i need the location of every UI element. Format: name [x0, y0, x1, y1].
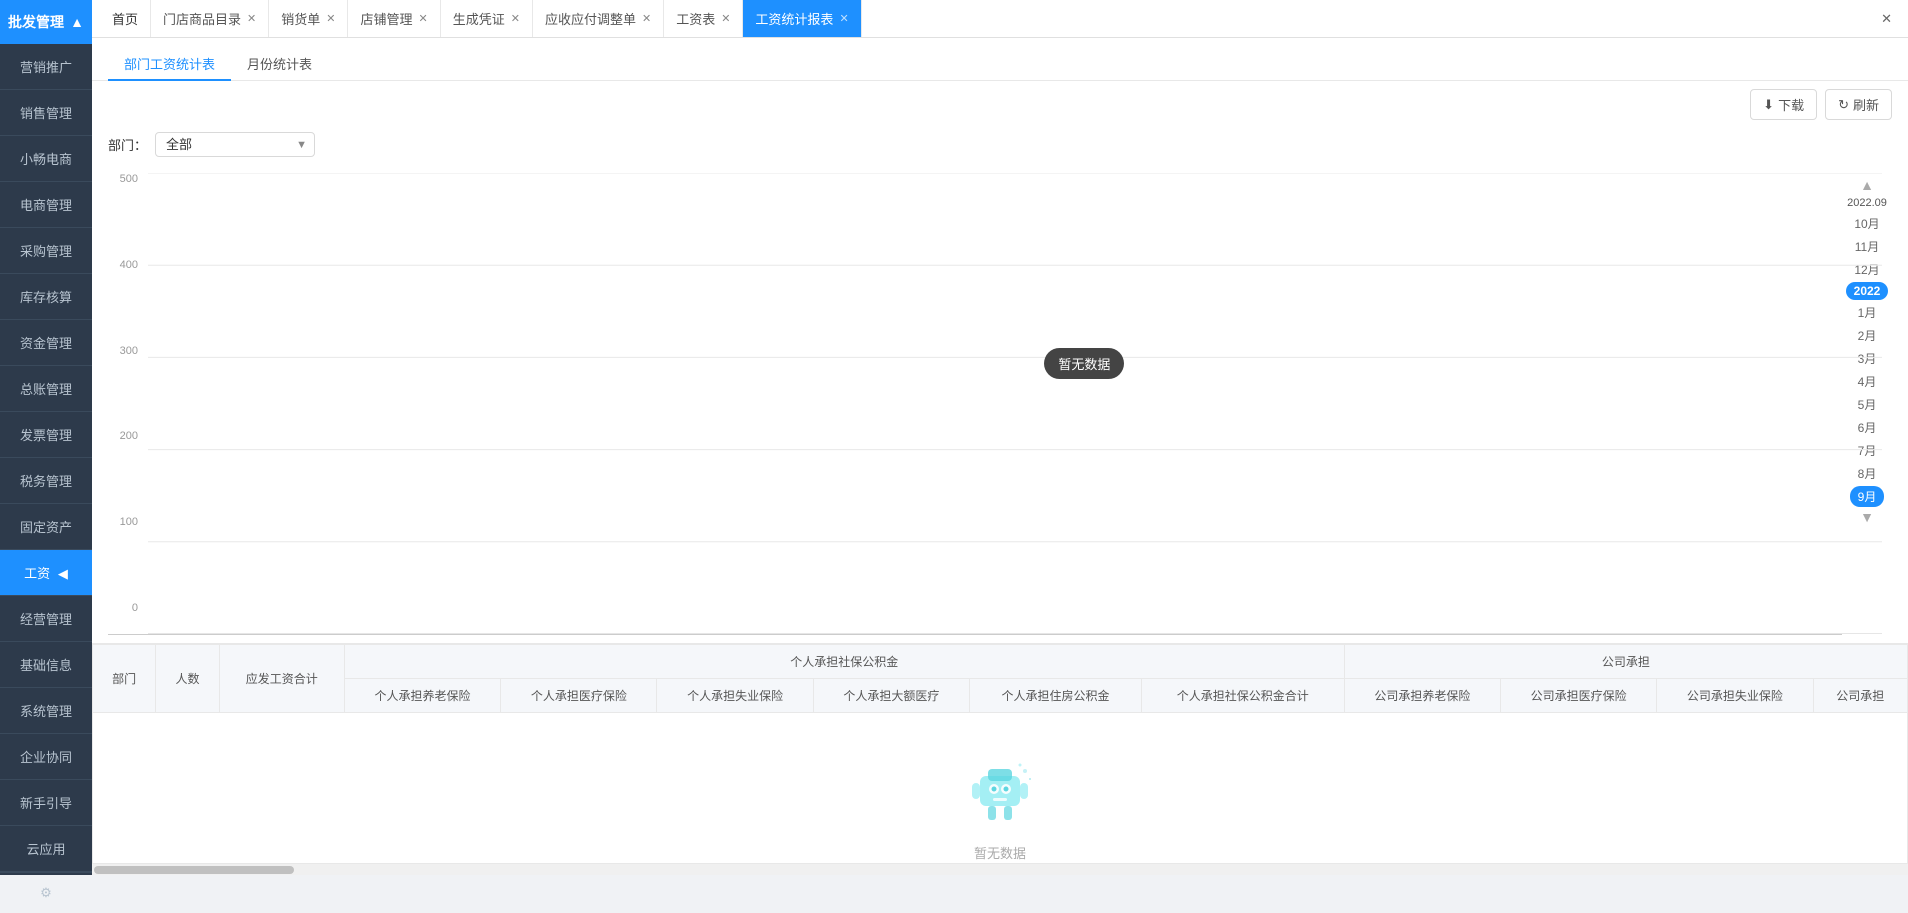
- dept-filter-label: 部门：: [108, 135, 147, 154]
- col-personal-major-medical: 个人承担大额医疗: [813, 679, 969, 713]
- table-empty-text: 暂无数据: [974, 843, 1026, 862]
- sidebar-item-operations[interactable]: 经营管理: [0, 596, 92, 642]
- refresh-button[interactable]: ↻ 刷新: [1825, 89, 1892, 120]
- sidebar-item-guide[interactable]: 新手引导: [0, 780, 92, 826]
- refresh-icon: ↻: [1838, 97, 1849, 113]
- close-tab-production-voucher[interactable]: ✕: [511, 12, 520, 25]
- col-total-wage: 应发工资合计: [219, 645, 344, 713]
- data-table-wrapper: 部门 人数 应发工资合计 个人承担社保公积金 公司承担 个人承担养老保险 个人承…: [92, 643, 1908, 863]
- horizontal-scrollbar[interactable]: [92, 863, 1908, 875]
- dept-select-wrapper: 全部 销售部 采购部 财务部 人事部 ▼: [155, 132, 315, 157]
- sidebar: 批发管理 ▲ 营销推广 销售管理 小畅电商 电商管理 采购管理 库存核算 资金管…: [0, 0, 92, 875]
- page-content: 部门工资统计表 月份统计表 ⬇ 下载 ↻ 刷新 部门： 全部 销售部: [92, 38, 1908, 875]
- filter-row: 部门： 全部 销售部 采购部 财务部 人事部 ▼: [92, 128, 1908, 165]
- toolbar: ⬇ 下载 ↻ 刷新: [92, 81, 1908, 128]
- tab-ar-ap[interactable]: 应收应付调整单 ✕: [533, 0, 664, 38]
- sidebar-settings[interactable]: ⚙: [0, 872, 92, 913]
- close-all-icon: ✕: [1881, 11, 1892, 27]
- sidebar-item-enterprise[interactable]: 企业协同: [0, 734, 92, 780]
- sidebar-header[interactable]: 批发管理 ▲: [0, 0, 92, 44]
- col-personal-medical: 个人承担医疗保险: [501, 679, 657, 713]
- col-personal-unemployment: 个人承担失业保险: [657, 679, 813, 713]
- sidebar-item-invoice[interactable]: 发票管理: [0, 412, 92, 458]
- close-tab-payroll-table[interactable]: ✕: [721, 12, 730, 25]
- y-label-100: 100: [120, 516, 138, 528]
- col-group-company: 公司承担: [1344, 645, 1907, 679]
- scrollbar-thumb[interactable]: [94, 866, 294, 874]
- y-label-400: 400: [120, 259, 138, 271]
- sidebar-item-tax[interactable]: 税务管理: [0, 458, 92, 504]
- sidebar-item-sales[interactable]: 销售管理: [0, 90, 92, 136]
- sidebar-item-system[interactable]: 系统管理: [0, 688, 92, 734]
- tab-production-voucher[interactable]: 生成凭证 ✕: [441, 0, 533, 38]
- download-button[interactable]: ⬇ 下载: [1750, 89, 1817, 120]
- col-personal-total: 个人承担社保公积金合计: [1141, 679, 1344, 713]
- tab-shop-manage[interactable]: 店铺管理 ✕: [348, 0, 440, 38]
- tab-shop-catalog[interactable]: 门店商品目录 ✕: [151, 0, 269, 38]
- tab-sales-order[interactable]: 销货单 ✕: [269, 0, 348, 38]
- tab-dept-stats[interactable]: 部门工资统计表: [108, 48, 231, 81]
- sidebar-item-ecommerce-small[interactable]: 小畅电商: [0, 136, 92, 182]
- sidebar-item-inventory[interactable]: 库存核算: [0, 274, 92, 320]
- col-personal-housing: 个人承担住房公积金: [970, 679, 1142, 713]
- settings-icon: ⚙: [40, 885, 52, 900]
- col-count: 人数: [156, 645, 219, 713]
- no-data-tooltip: 暂无数据: [1044, 348, 1124, 379]
- download-icon: ⬇: [1763, 97, 1774, 113]
- data-table: 部门 人数 应发工资合计 个人承担社保公积金 公司承担 个人承担养老保险 个人承…: [92, 644, 1908, 863]
- dept-select[interactable]: 全部 销售部 采购部 财务部 人事部: [155, 132, 315, 157]
- tab-payroll-report[interactable]: 工资统计报表 ✕: [743, 0, 861, 38]
- close-tab-payroll-report[interactable]: ✕: [839, 12, 848, 25]
- sidebar-item-finance[interactable]: 资金管理: [0, 320, 92, 366]
- col-personal-pension: 个人承担养老保险: [344, 679, 500, 713]
- close-tab-shop-manage[interactable]: ✕: [419, 12, 428, 25]
- sidebar-title: 批发管理: [8, 12, 64, 32]
- tab-payroll-table[interactable]: 工资表 ✕: [664, 0, 743, 38]
- sub-tab-bar: 部门工资统计表 月份统计表: [92, 38, 1908, 81]
- y-label-200: 200: [120, 430, 138, 442]
- sidebar-item-cloud[interactable]: 云应用: [0, 826, 92, 872]
- y-label-300: 300: [120, 345, 138, 357]
- sidebar-item-marketing[interactable]: 营销推广: [0, 44, 92, 90]
- col-company-unemployment: 公司承担失业保险: [1657, 679, 1813, 713]
- chart-area: 500 400 300 200 100 0: [92, 165, 1908, 643]
- area-chart: [148, 173, 1882, 634]
- col-company-pension: 公司承担养老保险: [1344, 679, 1500, 713]
- sidebar-collapse-icon[interactable]: ▲: [70, 14, 84, 30]
- empty-state-row: 暂无数据: [93, 713, 1908, 864]
- empty-state: 暂无数据: [105, 721, 1895, 863]
- close-all-tabs[interactable]: ✕: [1873, 11, 1900, 27]
- sidebar-item-payroll[interactable]: 工资 ◀: [0, 550, 92, 596]
- col-group-personal: 个人承担社保公积金: [344, 645, 1344, 679]
- col-company-medical: 公司承担医疗保险: [1500, 679, 1656, 713]
- close-tab-ar-ap[interactable]: ✕: [642, 12, 651, 25]
- col-dept: 部门: [93, 645, 156, 713]
- main-content: 首页 门店商品目录 ✕ 销货单 ✕ 店铺管理 ✕ 生成凭证 ✕ 应收应付调整单 …: [92, 0, 1908, 875]
- y-label-0: 0: [132, 602, 138, 614]
- close-tab-sales-order[interactable]: ✕: [326, 12, 335, 25]
- sidebar-expand-icon: ◀: [58, 566, 68, 581]
- col-company-other: 公司承担: [1813, 679, 1907, 713]
- sidebar-item-ecommerce[interactable]: 电商管理: [0, 182, 92, 228]
- close-tab-shop-catalog[interactable]: ✕: [247, 12, 256, 25]
- sidebar-item-general-ledger[interactable]: 总账管理: [0, 366, 92, 412]
- tab-home[interactable]: 首页: [100, 0, 151, 38]
- empty-robot-icon: [960, 751, 1040, 831]
- sidebar-item-basic-info[interactable]: 基础信息: [0, 642, 92, 688]
- y-label-500: 500: [120, 173, 138, 185]
- sidebar-item-procurement[interactable]: 采购管理: [0, 228, 92, 274]
- tab-bar: 首页 门店商品目录 ✕ 销货单 ✕ 店铺管理 ✕ 生成凭证 ✕ 应收应付调整单 …: [92, 0, 1908, 38]
- sidebar-item-fixed-assets[interactable]: 固定资产: [0, 504, 92, 550]
- chart-container: 500 400 300 200 100 0: [108, 173, 1842, 635]
- tab-monthly-stats[interactable]: 月份统计表: [231, 48, 328, 81]
